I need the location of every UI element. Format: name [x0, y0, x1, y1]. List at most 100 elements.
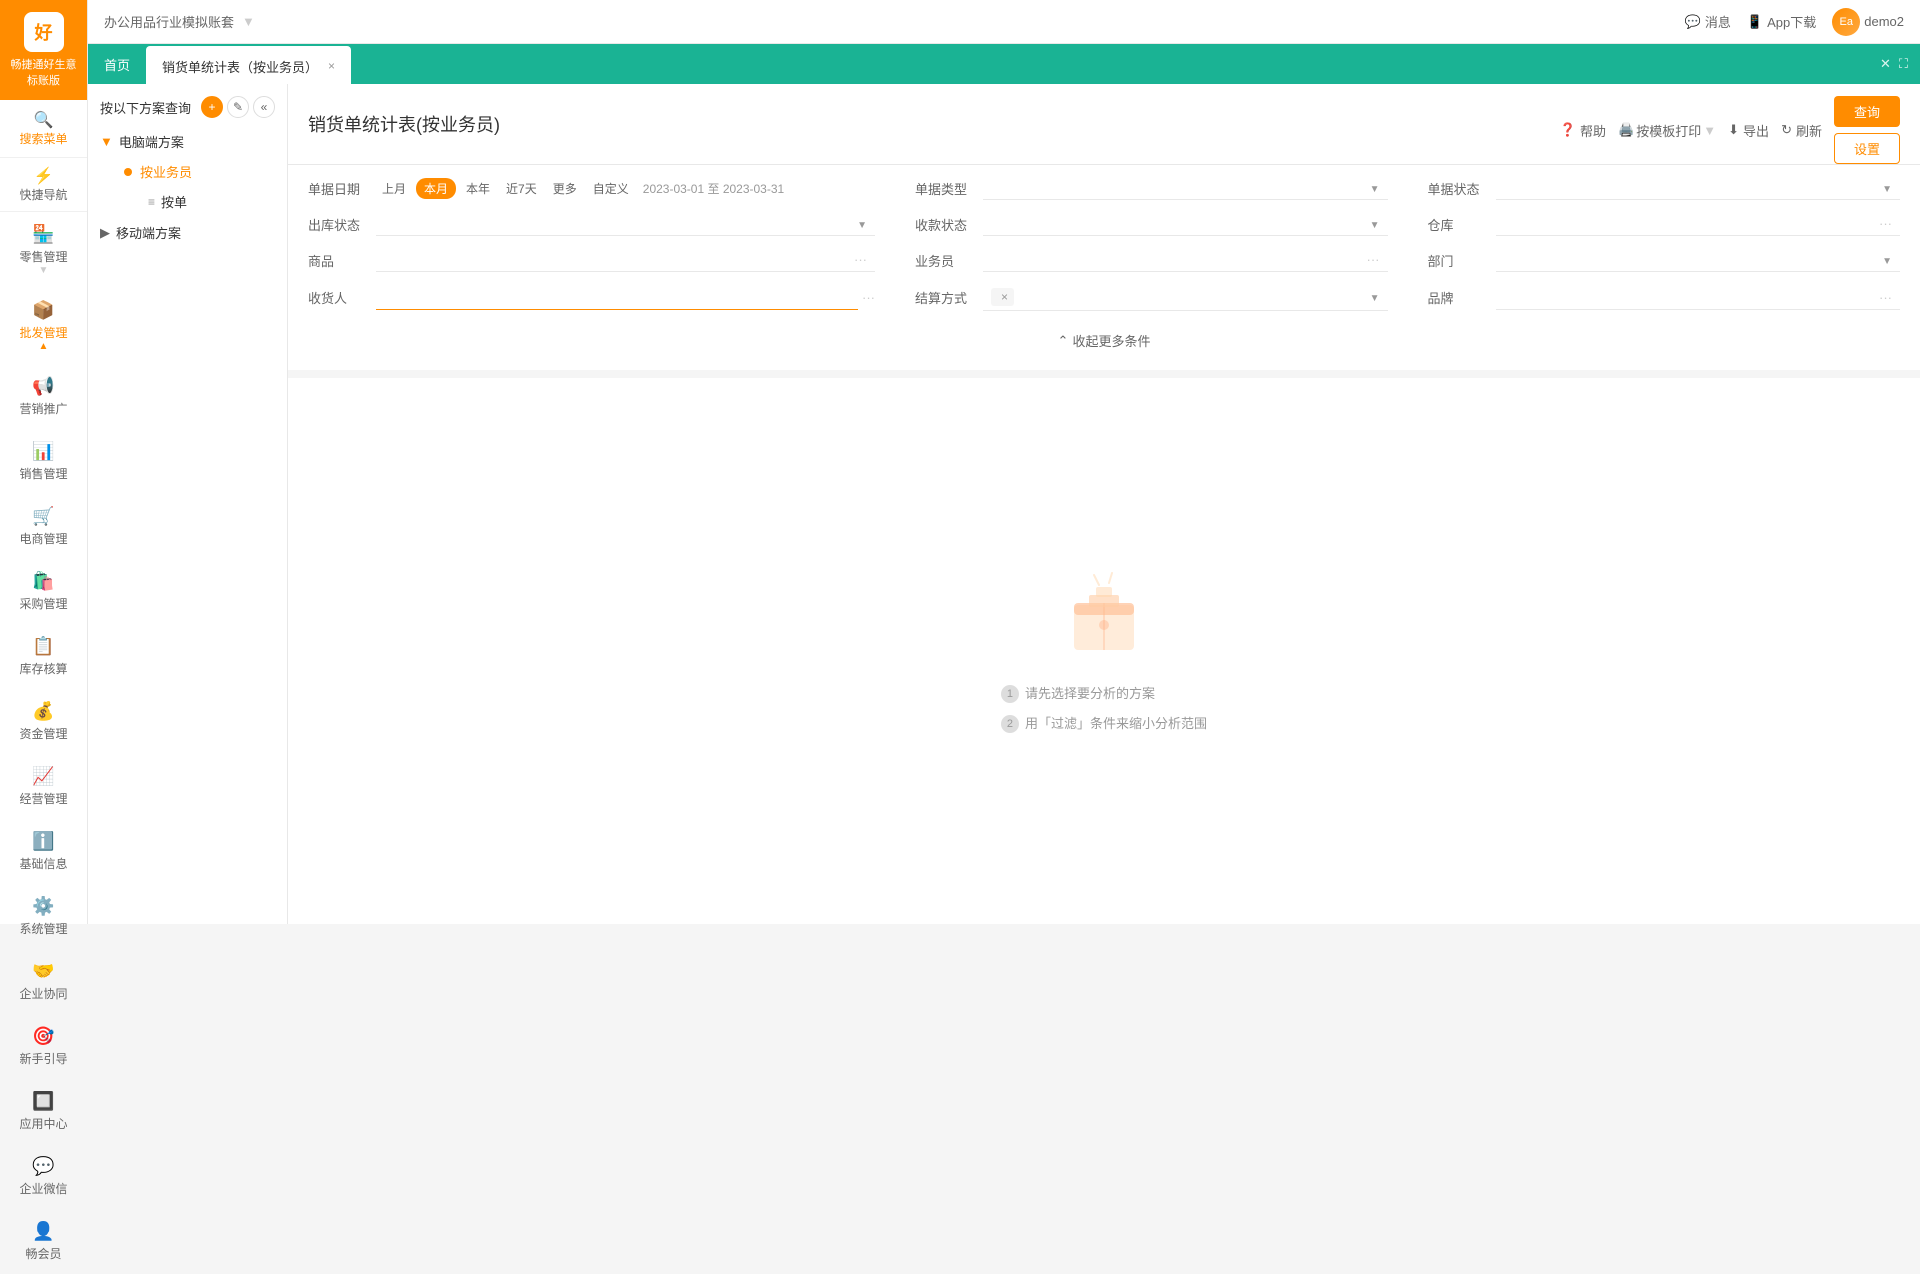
goods-select[interactable]: ···: [376, 248, 875, 272]
sidebar-item-retail[interactable]: 🏪 零售管理 ▼: [0, 212, 87, 288]
sidebar-item-newbie[interactable]: 🎯 新手引导: [0, 1014, 87, 1079]
breadcrumb-text: 办公用品行业模拟账套: [104, 12, 234, 31]
date-this-year-btn[interactable]: 本年: [460, 178, 496, 199]
filter-brand: 品牌 ···: [1428, 286, 1901, 310]
help-button[interactable]: ❓ 帮助: [1560, 121, 1606, 140]
sidebar-item-purchase[interactable]: 🛍️ 采购管理: [0, 559, 87, 624]
filter-consignee: 收货人 ···: [308, 286, 875, 310]
warehouse-dots-icon[interactable]: ···: [1879, 216, 1892, 231]
brand-select[interactable]: ···: [1496, 286, 1901, 310]
warehouse-select[interactable]: ···: [1496, 212, 1901, 236]
main-area: 办公用品行业模拟账套 ▼ 💬 消息 📱 App下载 Ea demo2 首页 销货…: [88, 0, 1920, 924]
tree-child-salesperson: 按业务员: [88, 157, 287, 186]
sales-icon: 📊: [32, 441, 54, 462]
export-button[interactable]: ⬇ 导出: [1728, 121, 1769, 140]
sidebar-item-app-center[interactable]: 🔲 应用中心: [0, 1079, 87, 1144]
date-more-btn[interactable]: 更多: [547, 178, 583, 199]
sidebar-item-basic-info[interactable]: ℹ️ 基础信息: [0, 819, 87, 884]
date-last-month-btn[interactable]: 上月: [376, 178, 412, 199]
bill-status-select[interactable]: [1496, 177, 1901, 200]
filter-payment-status: 收款状态: [915, 213, 1388, 236]
sidebar-item-marketing[interactable]: 📢 营销推广: [0, 364, 87, 429]
payment-status-chevron-icon: [1370, 217, 1380, 231]
tab-maximize-icon[interactable]: ⛶: [1899, 56, 1908, 72]
salesperson-dots-icon[interactable]: ···: [1367, 252, 1380, 267]
filter-row-3: 商品 ··· 业务员 ···: [308, 248, 1900, 272]
refresh-button[interactable]: ↻ 刷新: [1781, 121, 1822, 140]
date-custom-btn[interactable]: 自定义: [587, 178, 635, 199]
tree-item-salesperson[interactable]: 按业务员: [116, 157, 287, 186]
stock-status-select[interactable]: [376, 213, 875, 236]
empty-tip-2: 2 用「过滤」条件来缩小分析范围: [1001, 711, 1207, 737]
goods-dots-icon[interactable]: ···: [854, 252, 867, 267]
sidebar-item-quick-nav[interactable]: ⚡ 快捷导航: [0, 158, 87, 212]
user-avatar-area[interactable]: Ea demo2: [1832, 8, 1904, 36]
bill-type-select[interactable]: [983, 177, 1388, 200]
settlement-tag-close-icon[interactable]: ×: [1001, 290, 1008, 304]
consignee-dots-icon[interactable]: ···: [862, 290, 875, 305]
salesperson-select[interactable]: ···: [983, 248, 1388, 272]
app-logo[interactable]: 好 畅捷通好生意 标账版: [0, 0, 87, 100]
sidebar-item-search[interactable]: 🔍 搜索菜单: [0, 100, 87, 158]
tab-home[interactable]: 首页: [88, 44, 146, 84]
sidebar-item-collab[interactable]: 🤝 企业协同: [0, 949, 87, 1014]
finance-icon: 💰: [32, 701, 54, 722]
consignee-input[interactable]: [376, 286, 858, 310]
sidebar-item-wechat-work[interactable]: 💬 企业微信: [0, 1144, 87, 1209]
tree-expand-icon: ▼: [100, 134, 113, 149]
breadcrumb-chevron-icon: ▼: [242, 14, 255, 29]
warehouse-label: 仓库: [1428, 215, 1488, 234]
sidebar-item-system[interactable]: ⚙️ 系统管理: [0, 884, 87, 949]
date-this-month-btn[interactable]: 本月: [416, 178, 456, 199]
filter-area: 单据日期 上月 本月 本年 近7天 更多 自定义 2023-03-01 至 20…: [288, 165, 1920, 370]
empty-tips: 1 请先选择要分析的方案 2 用「过滤」条件来缩小分析范围: [1001, 681, 1207, 737]
sidebar-item-vip[interactable]: 👤 畅会员: [0, 1209, 87, 1274]
sidebar-item-inventory[interactable]: 📋 库存核算: [0, 624, 87, 689]
help-icon: ❓: [1560, 122, 1576, 138]
tree-item-order[interactable]: ≡ 按单: [136, 186, 287, 217]
print-button[interactable]: 🖨️ 按模板打印 ▼: [1618, 121, 1716, 140]
date-range-text: 2023-03-01 至 2023-03-31: [643, 180, 784, 197]
edit-icon: ✎: [233, 100, 243, 114]
system-icon: ⚙️: [32, 896, 54, 917]
tree-desktop-scheme[interactable]: ▼ 电脑端方案: [88, 126, 287, 157]
date-last7-btn[interactable]: 近7天: [500, 178, 543, 199]
collapse-conditions-button[interactable]: ⌃ 收起更多条件: [308, 323, 1900, 358]
filter-stock-status: 出库状态: [308, 213, 875, 236]
active-dot-icon: [124, 168, 132, 176]
sidebar-item-ecommerce[interactable]: 🛒 电商管理: [0, 494, 87, 559]
settings-button[interactable]: 设置: [1834, 133, 1900, 164]
collapse-panel-button[interactable]: «: [253, 96, 275, 118]
sidebar: 好 畅捷通好生意 标账版 🔍 搜索菜单 ⚡ 快捷导航 🏪 零售管理 ▼ 📦 批发…: [0, 0, 88, 924]
bill-type-chevron-icon: [1370, 181, 1380, 195]
settlement-select[interactable]: ×: [983, 284, 1388, 311]
sidebar-item-sales[interactable]: 📊 销售管理: [0, 429, 87, 494]
tab-active[interactable]: 销货单统计表（按业务员） ×: [146, 46, 351, 86]
sidebar-item-wholesale[interactable]: 📦 批发管理 ▲: [0, 288, 87, 364]
print-dropdown-icon[interactable]: ▼: [1703, 123, 1716, 138]
user-avatar: Ea: [1832, 8, 1860, 36]
consignee-label: 收货人: [308, 288, 368, 307]
payment-status-select[interactable]: [983, 213, 1388, 236]
message-icon: 💬: [1685, 14, 1701, 30]
brand-dots-icon[interactable]: ···: [1879, 290, 1892, 305]
right-content: 销货单统计表(按业务员) ❓ 帮助 🖨️ 按模板打印 ▼ ⬇ 导出: [288, 84, 1920, 924]
query-button[interactable]: 查询: [1834, 96, 1900, 127]
filter-date: 单据日期 上月 本月 本年 近7天 更多 自定义 2023-03-01 至 20…: [308, 178, 875, 199]
add-scheme-button[interactable]: +: [201, 96, 223, 118]
department-select[interactable]: [1496, 249, 1901, 272]
empty-state: 1 请先选择要分析的方案 2 用「过滤」条件来缩小分析范围: [288, 378, 1920, 924]
edit-scheme-button[interactable]: ✎: [227, 96, 249, 118]
date-label: 单据日期: [308, 179, 368, 198]
sidebar-item-operations[interactable]: 📈 经营管理: [0, 754, 87, 819]
app-download-button[interactable]: 📱 App下载: [1747, 12, 1816, 31]
tree-mobile-scheme[interactable]: ▶ 移动端方案: [88, 217, 287, 248]
phone-icon: 📱: [1747, 14, 1763, 30]
sidebar-item-finance[interactable]: 💰 资金管理: [0, 689, 87, 754]
tab-minimize-icon[interactable]: ✕: [1880, 56, 1891, 72]
tab-close-icon[interactable]: ×: [328, 59, 335, 73]
filter-row-4: 收货人 ··· 结算方式 ×: [308, 284, 1900, 311]
query-settings-group: 查询 设置: [1834, 96, 1900, 164]
message-button[interactable]: 💬 消息: [1685, 12, 1731, 31]
header-breadcrumb: 办公用品行业模拟账套 ▼: [104, 12, 255, 31]
